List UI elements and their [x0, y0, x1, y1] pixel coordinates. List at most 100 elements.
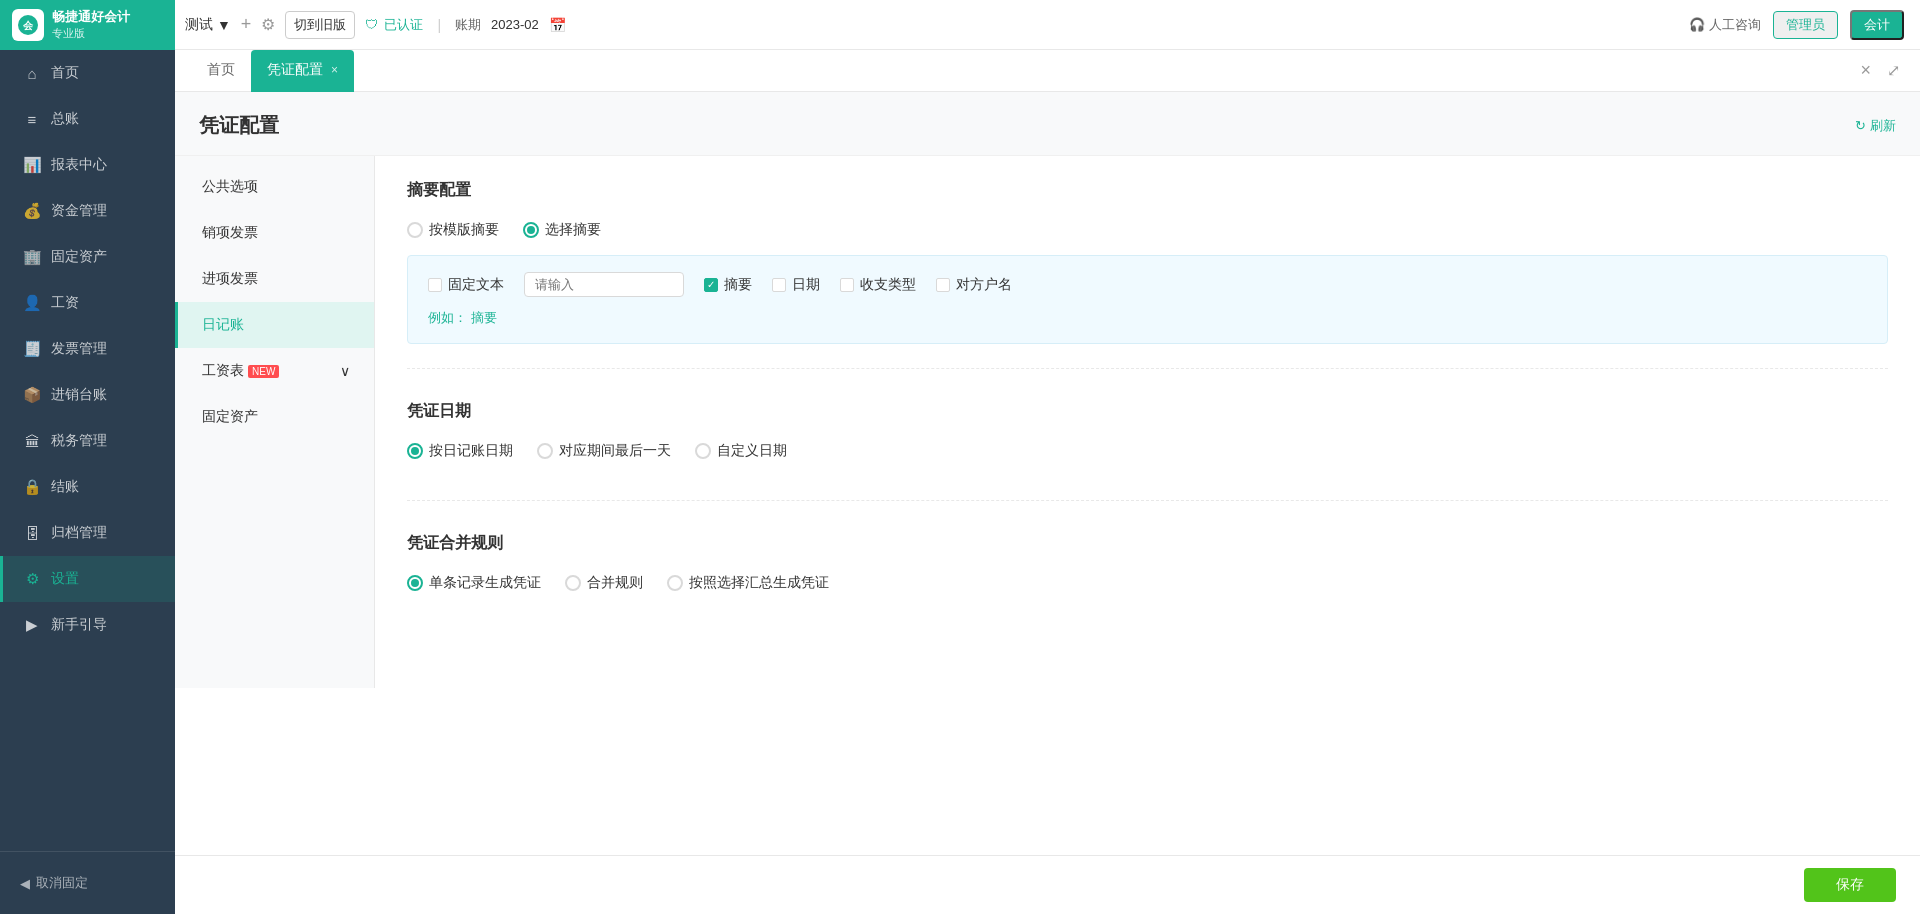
radio-select-merge[interactable]: 按照选择汇总生成凭证	[667, 574, 829, 592]
radio-merge-rule[interactable]: 合并规则	[565, 574, 643, 592]
sidebar-item-ledger[interactable]: ≡ 总账	[0, 96, 175, 142]
close-accounts-icon: 🔒	[23, 478, 41, 496]
radio-circle-custom-date	[695, 443, 711, 459]
radio-single[interactable]: 单条记录生成凭证	[407, 574, 541, 592]
sidebar-label-ledger: 总账	[51, 110, 79, 128]
sidebar-item-capital[interactable]: 💰 资金管理	[0, 188, 175, 234]
sidebar-label-reports: 报表中心	[51, 156, 107, 174]
sidebar-item-assets[interactable]: 🏢 固定资产	[0, 234, 175, 280]
tab-home[interactable]: 首页	[191, 50, 251, 92]
checkbox-summary[interactable]: 摘要	[704, 276, 752, 294]
guide-icon: ▶	[23, 616, 41, 634]
nav-item-public[interactable]: 公共选项	[175, 164, 374, 210]
page-content: 凭证配置 ↻ 刷新 公共选项 销项发票	[175, 92, 1920, 855]
checkbox-income-type[interactable]: 收支类型	[840, 276, 916, 294]
sidebar-item-wages[interactable]: 👤 工资	[0, 280, 175, 326]
sidebar-item-home[interactable]: ⌂ 首页	[0, 50, 175, 96]
main-layout: ⌂ 首页 ≡ 总账 📊 报表中心 💰 资金管理 🏢 固定资产 👤 工资	[0, 50, 1920, 914]
sidebar-label-settings: 设置	[51, 570, 79, 588]
close-all-tabs-button[interactable]: ×	[1856, 56, 1875, 85]
radio-period-last[interactable]: 对应期间最后一天	[537, 442, 671, 460]
sidebar-item-guide[interactable]: ▶ 新手引导	[0, 602, 175, 648]
settings-icon: ⚙	[23, 570, 41, 588]
date-title: 凭证日期	[407, 401, 1888, 422]
nav-item-journal[interactable]: 日记账	[175, 302, 374, 348]
sidebar-item-reports[interactable]: 📊 报表中心	[0, 142, 175, 188]
sidebar-bottom: ◀ 取消固定	[0, 851, 175, 914]
refresh-icon: ↻	[1855, 118, 1866, 133]
radio-circle-period-last	[537, 443, 553, 459]
radio-journal-date[interactable]: 按日记账日期	[407, 442, 513, 460]
fullscreen-button[interactable]: ⤢	[1883, 57, 1904, 84]
save-button[interactable]: 保存	[1804, 868, 1896, 902]
sidebar-item-tax[interactable]: 🏛 税务管理	[0, 418, 175, 464]
radio-circle-journal-date	[407, 443, 423, 459]
example-text: 例如： 摘要	[428, 309, 1867, 327]
fixed-text-input[interactable]	[524, 272, 684, 297]
nav-item-sales-invoice[interactable]: 销项发票	[175, 210, 374, 256]
summary-radio-row: 按模版摘要 选择摘要	[407, 221, 1888, 239]
merge-section: 凭证合并规则 单条记录生成凭证 合并规则	[407, 533, 1888, 632]
header-plus-icon[interactable]: +	[241, 14, 252, 35]
nav-item-fixed-assets[interactable]: 固定资产	[175, 394, 374, 440]
home-icon: ⌂	[23, 65, 41, 82]
date-radio-row: 按日记账日期 对应期间最后一天 自定义日期	[407, 442, 1888, 460]
checkbox-row-main: 固定文本 摘要 日期	[428, 272, 1867, 297]
wages-icon: 👤	[23, 294, 41, 312]
calendar-icon[interactable]: 📅	[549, 17, 566, 33]
config-body: 公共选项 销项发票 进项发票 日记账 工资表 NEW	[175, 156, 1920, 688]
sidebar-item-archive[interactable]: 🗄 归档管理	[0, 510, 175, 556]
top-header: 会 畅捷通好会计 专业版 测试 ▼ + ⚙ 切到旧版 🛡 已认证 | 账期 20…	[0, 0, 1920, 50]
service-button[interactable]: 🎧 人工咨询	[1689, 16, 1761, 34]
radio-custom-date[interactable]: 自定义日期	[695, 442, 787, 460]
logo-text: 畅捷通好会计	[52, 8, 130, 26]
tax-icon: 🏛	[23, 433, 41, 450]
dropdown-icon: ▼	[217, 17, 231, 33]
switch-version-button[interactable]: 切到旧版	[285, 11, 355, 39]
nav-item-payroll[interactable]: 工资表 NEW ∨	[175, 348, 374, 394]
header-right: 🎧 人工咨询 管理员 会计	[1689, 10, 1904, 40]
sidebar-item-invoice[interactable]: 🧾 发票管理	[0, 326, 175, 372]
header-gear-icon[interactable]: ⚙	[261, 15, 275, 34]
refresh-button[interactable]: ↻ 刷新	[1855, 117, 1896, 135]
checkbox-box-summary	[704, 278, 718, 292]
config-page: 凭证配置 ↻ 刷新 公共选项 销项发票	[175, 92, 1920, 855]
sidebar-item-sales[interactable]: 📦 进销台账	[0, 372, 175, 418]
sidebar-item-close[interactable]: 🔒 结账	[0, 464, 175, 510]
cancel-fixed-button[interactable]: ◀ 取消固定	[0, 864, 175, 902]
config-content: 摘要配置 按模版摘要 选择摘要	[375, 156, 1920, 688]
radio-circle-select	[523, 222, 539, 238]
sidebar-label-invoice: 发票管理	[51, 340, 107, 358]
expand-icon: ∨	[340, 363, 350, 379]
page-footer: 保存	[175, 855, 1920, 914]
checkbox-counterpart[interactable]: 对方户名	[936, 276, 1012, 294]
project-selector[interactable]: 测试 ▼	[185, 16, 231, 34]
reports-icon: 📊	[23, 156, 41, 174]
summary-section: 摘要配置 按模版摘要 选择摘要	[407, 180, 1888, 369]
summary-checkbox-area: 固定文本 摘要 日期	[407, 255, 1888, 344]
tab-close-icon[interactable]: ×	[331, 63, 338, 77]
checkbox-fixed-text[interactable]: 固定文本	[428, 276, 504, 294]
summary-title: 摘要配置	[407, 180, 1888, 201]
sidebar-item-settings[interactable]: ⚙ 设置	[0, 556, 175, 602]
checkbox-box-income-type	[840, 278, 854, 292]
accountant-button[interactable]: 会计	[1850, 10, 1904, 40]
sidebar-label-tax: 税务管理	[51, 432, 107, 450]
merge-title: 凭证合并规则	[407, 533, 1888, 554]
period-value: 2023-02	[491, 17, 539, 32]
checkbox-box-date	[772, 278, 786, 292]
sidebar-label-sales: 进销台账	[51, 386, 107, 404]
checkbox-date[interactable]: 日期	[772, 276, 820, 294]
period-label: 账期	[455, 16, 481, 34]
date-section: 凭证日期 按日记账日期 对应期间最后一天	[407, 401, 1888, 501]
tab-voucher-config[interactable]: 凭证配置 ×	[251, 50, 354, 92]
radio-select-summary[interactable]: 选择摘要	[523, 221, 601, 239]
sidebar-scroll: ⌂ 首页 ≡ 总账 📊 报表中心 💰 资金管理 🏢 固定资产 👤 工资	[0, 50, 175, 851]
radio-circle-single	[407, 575, 423, 591]
radio-circle-template	[407, 222, 423, 238]
nav-item-purchase-invoice[interactable]: 进项发票	[175, 256, 374, 302]
checkbox-box-fixed-text	[428, 278, 442, 292]
headset-icon: 🎧	[1689, 17, 1705, 32]
radio-template-summary[interactable]: 按模版摘要	[407, 221, 499, 239]
admin-button[interactable]: 管理员	[1773, 11, 1838, 39]
